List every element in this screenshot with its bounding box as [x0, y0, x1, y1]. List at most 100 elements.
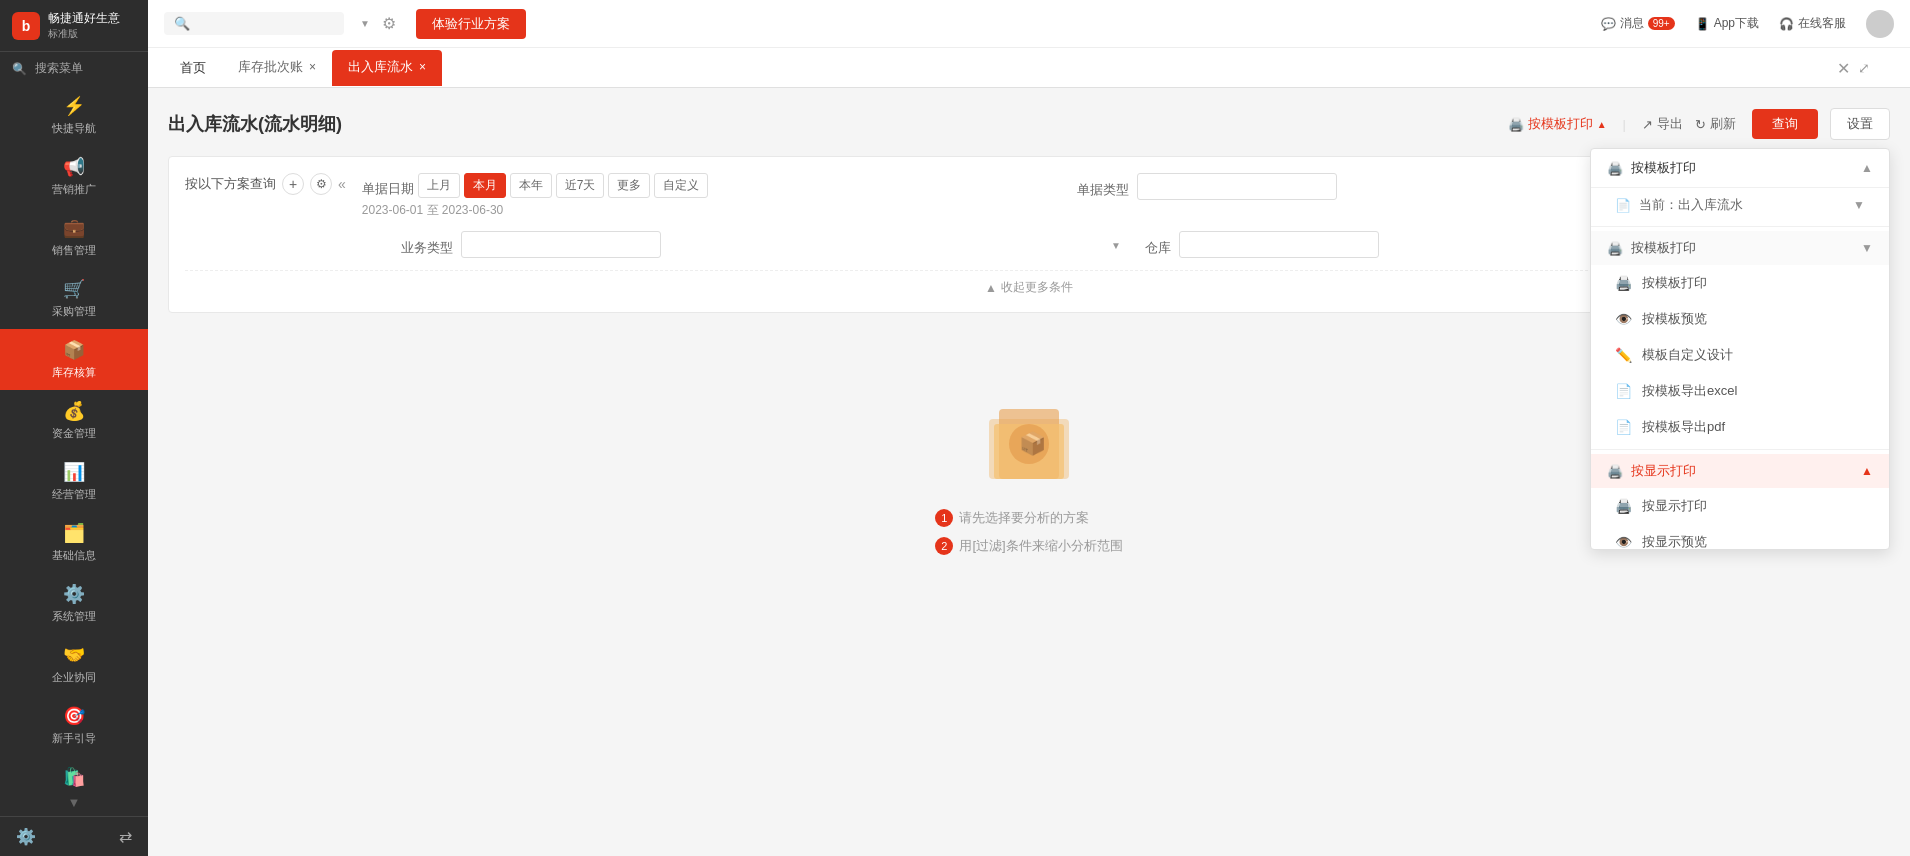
cooperation-label: 企业协同 — [52, 670, 96, 685]
print-button[interactable]: 🖨️ 按模板打印 ▲ — [1508, 115, 1607, 133]
setting-button[interactable]: 设置 — [1830, 108, 1890, 140]
sidebar-item-sales[interactable]: 💼 销售管理 — [0, 207, 148, 268]
dropdown-current-template[interactable]: 📄 当前：出入库流水 ▼ — [1591, 188, 1889, 222]
sidebar-item-inventory[interactable]: 📦 库存核算 — [0, 329, 148, 390]
sidebar-item-appstore[interactable]: 🛍️ 应用中心 — [0, 756, 148, 789]
operations-label: 经营管理 — [52, 487, 96, 502]
dropdown-item-template-preview[interactable]: 👁️ 按模板预览 — [1591, 301, 1889, 337]
sidebar-search[interactable]: 🔍 搜索菜单 — [0, 52, 148, 85]
dropdown-display-print-label: 按显示打印 — [1631, 462, 1696, 480]
sidebar-item-operations[interactable]: 📊 经营管理 — [0, 451, 148, 512]
topbar-right-area: 💬 消息 99+ 📱 App下载 🎧 在线客服 — [1601, 10, 1894, 38]
dropdown-item-template-excel[interactable]: 📄 按模板导出excel — [1591, 373, 1889, 409]
collapse-more-btn[interactable]: ▲ 收起更多条件 — [985, 279, 1073, 296]
topbar-dropdown-chevron[interactable]: ▼ — [360, 18, 370, 29]
dropdown-header-chevron[interactable]: ▲ — [1861, 161, 1873, 175]
tab-home[interactable]: 首页 — [164, 51, 222, 85]
main-area: 🔍 ▼ ⚙ 体验行业方案 💬 消息 99+ 📱 App下载 🎧 在线客服 — [148, 0, 1910, 856]
tab-home-label: 首页 — [180, 59, 206, 77]
sidebar-item-cooperation[interactable]: 🤝 企业协同 — [0, 634, 148, 695]
empty-step-2-label: 用[过滤]条件来缩小分析范围 — [959, 537, 1122, 555]
dropdown-scroll-area: 🖨️ 按模板打印 ▲ 📄 当前：出入库流水 ▼ — [1591, 149, 1889, 549]
type-select[interactable] — [1137, 173, 1337, 200]
dropdown-current-icon: 📄 — [1615, 198, 1631, 213]
sidebar-item-guide[interactable]: 🎯 新手引导 — [0, 695, 148, 756]
export-button[interactable]: ↗ 导出 — [1642, 115, 1683, 133]
filter-setting-button[interactable]: ⚙ — [310, 173, 332, 195]
step-num-2: 2 — [935, 537, 953, 555]
dropdown-item-template-pdf[interactable]: 📄 按模板导出pdf — [1591, 409, 1889, 445]
quicknav-label: 快捷导航 — [52, 121, 96, 136]
print-chevron-up-icon: ▲ — [1597, 119, 1607, 130]
dropdown-item-display-print[interactable]: 🖨️ 按显示打印 — [1591, 488, 1889, 524]
date-btn-custom[interactable]: 自定义 — [654, 173, 708, 198]
industry-solution-button[interactable]: 体验行业方案 — [416, 9, 526, 39]
sidebar-item-finance[interactable]: 💰 资金管理 — [0, 390, 148, 451]
scroll-indicator[interactable]: ▼ — [0, 789, 148, 816]
settings-bottom-icon[interactable]: ⚙️ — [16, 827, 36, 846]
guide-label: 新手引导 — [52, 731, 96, 746]
tab-inout-flow[interactable]: 出入库流水 × — [332, 50, 442, 86]
service-icon: 🎧 — [1779, 17, 1794, 31]
dropdown-item-display-preview[interactable]: 👁️ 按显示预览 — [1591, 524, 1889, 549]
template-pdf-icon: 📄 — [1615, 419, 1632, 435]
print-btn-label: 按模板打印 — [1528, 115, 1593, 133]
sidebar-nav: ⚡ 快捷导航 📢 营销推广 💼 销售管理 🛒 采购管理 📦 库存核算 💰 资金管… — [0, 85, 148, 789]
warehouse-input[interactable] — [1179, 231, 1379, 258]
topbar-gear-icon[interactable]: ⚙ — [382, 14, 396, 33]
template-design-label: 模板自定义设计 — [1642, 346, 1733, 364]
tab-maximize-icon[interactable]: ⤢ — [1858, 60, 1870, 76]
display-preview-icon: 👁️ — [1615, 534, 1632, 549]
sidebar-bottom: ⚙️ ⇄ — [0, 816, 148, 856]
tab-inventory-batch-close[interactable]: × — [309, 60, 316, 74]
date-label: 单据日期 — [362, 174, 414, 198]
sidebar-item-marketing[interactable]: 📢 营销推广 — [0, 146, 148, 207]
logo-text: 畅捷通好生意 标准版 — [48, 10, 120, 41]
topbar-search-input[interactable] — [196, 17, 316, 31]
date-btn-current-month[interactable]: 本月 — [464, 173, 506, 198]
business-type-select-wrapper: ▼ — [461, 231, 1129, 258]
message-icon: 💬 — [1601, 17, 1616, 31]
dropdown-divider-2 — [1591, 449, 1889, 450]
sidebar: b 畅捷通好生意 标准版 🔍 搜索菜单 ⚡ 快捷导航 📢 营销推广 💼 销售管理… — [0, 0, 148, 856]
date-btn-year[interactable]: 本年 — [510, 173, 552, 198]
topbar-search-box[interactable]: 🔍 — [164, 12, 344, 35]
dropdown-template-print-section[interactable]: 🖨️ 按模板打印 ▼ — [1591, 231, 1889, 265]
dropdown-item-template-print[interactable]: 🖨️ 按模板打印 — [1591, 265, 1889, 301]
page-header: 出入库流水(流水明细) 🖨️ 按模板打印 ▲ | ↗ 导出 ↻ 刷新 查询 — [168, 108, 1890, 140]
date-btn-last-month[interactable]: 上月 — [418, 173, 460, 198]
template-excel-label: 按模板导出excel — [1642, 382, 1737, 400]
dropdown-template-chevron[interactable]: ▼ — [1861, 241, 1873, 255]
dropdown-current-label: 当前：出入库流水 — [1639, 196, 1743, 214]
sidebar-item-quicknav[interactable]: ⚡ 快捷导航 — [0, 85, 148, 146]
dropdown-display-print-section[interactable]: 🖨️ 按显示打印 ▲ — [1591, 454, 1889, 488]
dropdown-display-chevron[interactable]: ▲ — [1861, 464, 1873, 478]
query-button[interactable]: 查询 — [1752, 109, 1818, 139]
sidebar-item-purchase[interactable]: 🛒 采购管理 — [0, 268, 148, 329]
purchase-label: 采购管理 — [52, 304, 96, 319]
date-btn-7days[interactable]: 近7天 — [556, 173, 605, 198]
sidebar-item-basic[interactable]: 🗂️ 基础信息 — [0, 512, 148, 573]
tab-inout-flow-close[interactable]: × — [419, 60, 426, 74]
refresh-button[interactable]: ↻ 刷新 — [1695, 115, 1736, 133]
user-avatar[interactable] — [1866, 10, 1894, 38]
dropdown-display-print-icon: 🖨️ — [1607, 464, 1623, 479]
sales-label: 销售管理 — [52, 243, 96, 258]
business-type-select[interactable] — [461, 231, 661, 258]
display-print-label: 按显示打印 — [1642, 497, 1707, 515]
filter-collapse-button[interactable]: « — [338, 176, 346, 192]
online-service-item[interactable]: 🎧 在线客服 — [1779, 15, 1846, 32]
dropdown-current-chevron[interactable]: ▼ — [1853, 198, 1865, 212]
filter-add-button[interactable]: + — [282, 173, 304, 195]
tab-inventory-batch[interactable]: 库存批次账 × — [222, 50, 332, 86]
sidebar-item-system[interactable]: ⚙️ 系统管理 — [0, 573, 148, 634]
marketing-label: 营销推广 — [52, 182, 96, 197]
dropdown-item-template-design[interactable]: ✏️ 模板自定义设计 — [1591, 337, 1889, 373]
message-item[interactable]: 💬 消息 99+ — [1601, 15, 1675, 32]
app-download-item[interactable]: 📱 App下载 — [1695, 15, 1759, 32]
tab-close-window-icon[interactable]: ✕ — [1837, 59, 1850, 78]
date-btn-more[interactable]: 更多 — [608, 173, 650, 198]
sidebar-collapse-icon[interactable]: ⇄ — [119, 827, 132, 846]
dropdown-header: 🖨️ 按模板打印 ▲ — [1591, 149, 1889, 188]
template-excel-icon: 📄 — [1615, 383, 1632, 399]
